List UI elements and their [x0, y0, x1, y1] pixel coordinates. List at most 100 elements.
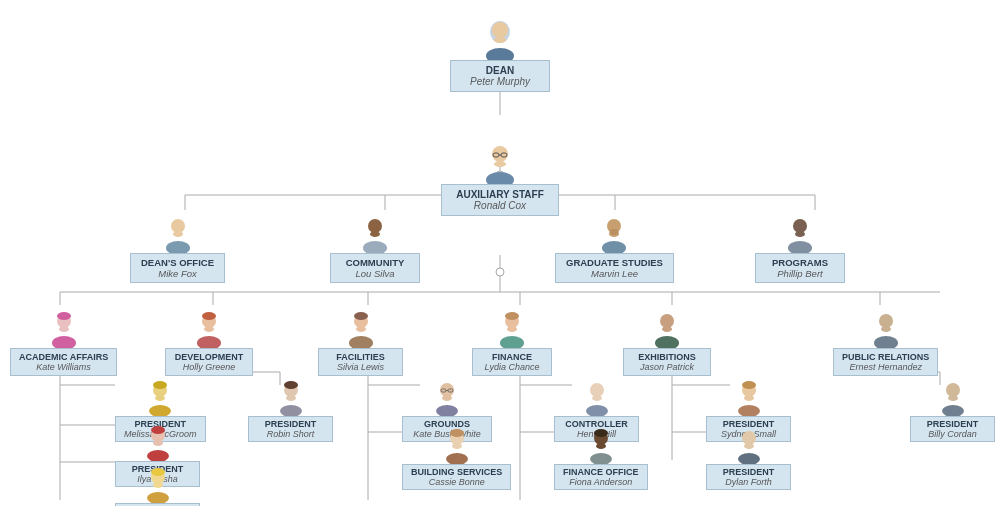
- svg-point-82: [57, 312, 71, 320]
- svg-point-110: [147, 492, 169, 503]
- node-dean: DEAN Peter Murphy: [450, 18, 550, 92]
- node-building-services: BUILDING SERVICES Cassie Bonne: [402, 428, 511, 490]
- svg-point-104: [153, 381, 167, 389]
- node-development: DEVELOPMENT Holly Greene: [165, 310, 253, 376]
- svg-point-78: [795, 231, 805, 237]
- avatar-community: [358, 215, 392, 253]
- programs-title: PROGRAMS: [766, 257, 834, 268]
- avatar-dean: [481, 18, 519, 60]
- avatar-development: [192, 310, 226, 348]
- pr-name: Ernest Hernandez: [842, 362, 929, 372]
- deans-office-name: Mike Fox: [141, 268, 214, 279]
- svg-point-57: [492, 22, 508, 38]
- svg-point-127: [590, 383, 604, 397]
- svg-point-103: [155, 395, 165, 401]
- building-services-title: BUILDING SERVICES: [411, 467, 502, 477]
- svg-point-93: [507, 326, 517, 332]
- facilities-title: FACILITIES: [327, 352, 394, 362]
- deans-office-title: DEAN'S OFFICE: [141, 257, 214, 268]
- svg-point-94: [505, 312, 519, 320]
- svg-point-59: [494, 37, 506, 43]
- avatar-academic: [47, 310, 81, 348]
- node-finance: FINANCE Lydia Chance: [472, 310, 552, 376]
- svg-point-75: [609, 229, 619, 235]
- svg-point-99: [874, 336, 898, 348]
- avatar-melissa: [144, 380, 176, 416]
- dean-name: Peter Murphy: [465, 76, 535, 87]
- svg-point-68: [173, 231, 183, 237]
- pr-title: PUBLIC RELATIONS: [842, 352, 929, 362]
- avatar-kate-bw: [431, 380, 463, 416]
- avatar-deans-office: [161, 215, 195, 253]
- svg-point-140: [744, 443, 754, 449]
- development-title: DEVELOPMENT: [174, 352, 244, 362]
- svg-point-143: [948, 395, 958, 401]
- avatar-robin: [275, 380, 307, 416]
- node-programs: PROGRAMS Phillip Bert: [755, 215, 845, 283]
- svg-point-133: [594, 429, 608, 437]
- svg-point-129: [592, 395, 602, 401]
- academic-title: ACADEMIC AFFAIRS: [19, 352, 108, 362]
- dylan-title: PRESIDENT: [715, 467, 782, 477]
- billy-name: Billy Cordan: [919, 429, 986, 439]
- avatar-pr: [869, 310, 903, 348]
- svg-point-98: [879, 314, 893, 328]
- avatar-ilya: [142, 425, 174, 461]
- svg-point-108: [151, 426, 165, 434]
- svg-point-128: [586, 405, 608, 416]
- svg-point-58: [486, 48, 514, 60]
- svg-point-115: [286, 395, 296, 401]
- avatar-programs: [783, 215, 817, 253]
- svg-point-114: [280, 405, 302, 416]
- svg-point-124: [446, 453, 468, 464]
- svg-point-71: [370, 231, 380, 237]
- svg-point-96: [655, 336, 679, 348]
- svg-point-137: [742, 381, 756, 389]
- exhibitions-name: Jason Patrick: [632, 362, 702, 372]
- svg-point-125: [452, 443, 462, 449]
- node-community: COMMUNITY Lou Silva: [330, 215, 420, 283]
- academic-name: Kate Williams: [19, 362, 108, 372]
- node-pr: PUBLIC RELATIONS Ernest Hernandez: [833, 310, 938, 376]
- node-president-dylan: PRESIDENT Dylan Forth: [706, 428, 791, 490]
- svg-point-102: [149, 405, 171, 416]
- svg-point-67: [166, 241, 190, 253]
- node-deans-office: DEAN'S OFFICE Mike Fox: [130, 215, 225, 283]
- avatar-henry: [581, 380, 613, 416]
- svg-point-81: [59, 326, 69, 332]
- svg-point-107: [153, 440, 163, 446]
- svg-point-135: [738, 405, 760, 416]
- svg-point-116: [284, 381, 298, 389]
- svg-point-95: [660, 314, 674, 328]
- node-graduate: GRADUATE STUDIES Marvin Lee: [555, 215, 674, 283]
- billy-title: PRESIDENT: [919, 419, 986, 429]
- svg-point-117: [440, 383, 454, 397]
- svg-point-61: [486, 172, 514, 184]
- svg-point-118: [436, 405, 458, 416]
- exhibitions-title: EXHIBITIONS: [632, 352, 702, 362]
- svg-point-97: [662, 326, 672, 332]
- robin-title: PRESIDENT: [257, 419, 324, 429]
- svg-point-80: [52, 336, 76, 348]
- svg-point-76: [793, 219, 807, 233]
- svg-point-85: [204, 326, 214, 332]
- dean-title: DEAN: [465, 65, 535, 76]
- svg-point-73: [602, 241, 626, 253]
- avatar-facilities: [344, 310, 378, 348]
- svg-point-100: [881, 326, 891, 332]
- node-president-billy: PRESIDENT Billy Cordan: [910, 380, 995, 442]
- facilities-name: Silvia Lewis: [327, 362, 394, 372]
- svg-point-111: [153, 482, 163, 488]
- svg-point-92: [500, 336, 524, 348]
- community-title: COMMUNITY: [341, 257, 409, 268]
- node-academic-affairs: ACADEMIC AFFAIRS Kate Williams: [10, 310, 117, 376]
- svg-point-141: [946, 383, 960, 397]
- auxiliary-name: Ronald Cox: [456, 200, 544, 211]
- svg-point-70: [363, 241, 387, 253]
- svg-point-60: [492, 146, 508, 162]
- svg-point-84: [197, 336, 221, 348]
- svg-point-88: [349, 336, 373, 348]
- svg-point-112: [151, 468, 165, 476]
- svg-point-77: [788, 241, 812, 253]
- svg-point-131: [590, 453, 612, 464]
